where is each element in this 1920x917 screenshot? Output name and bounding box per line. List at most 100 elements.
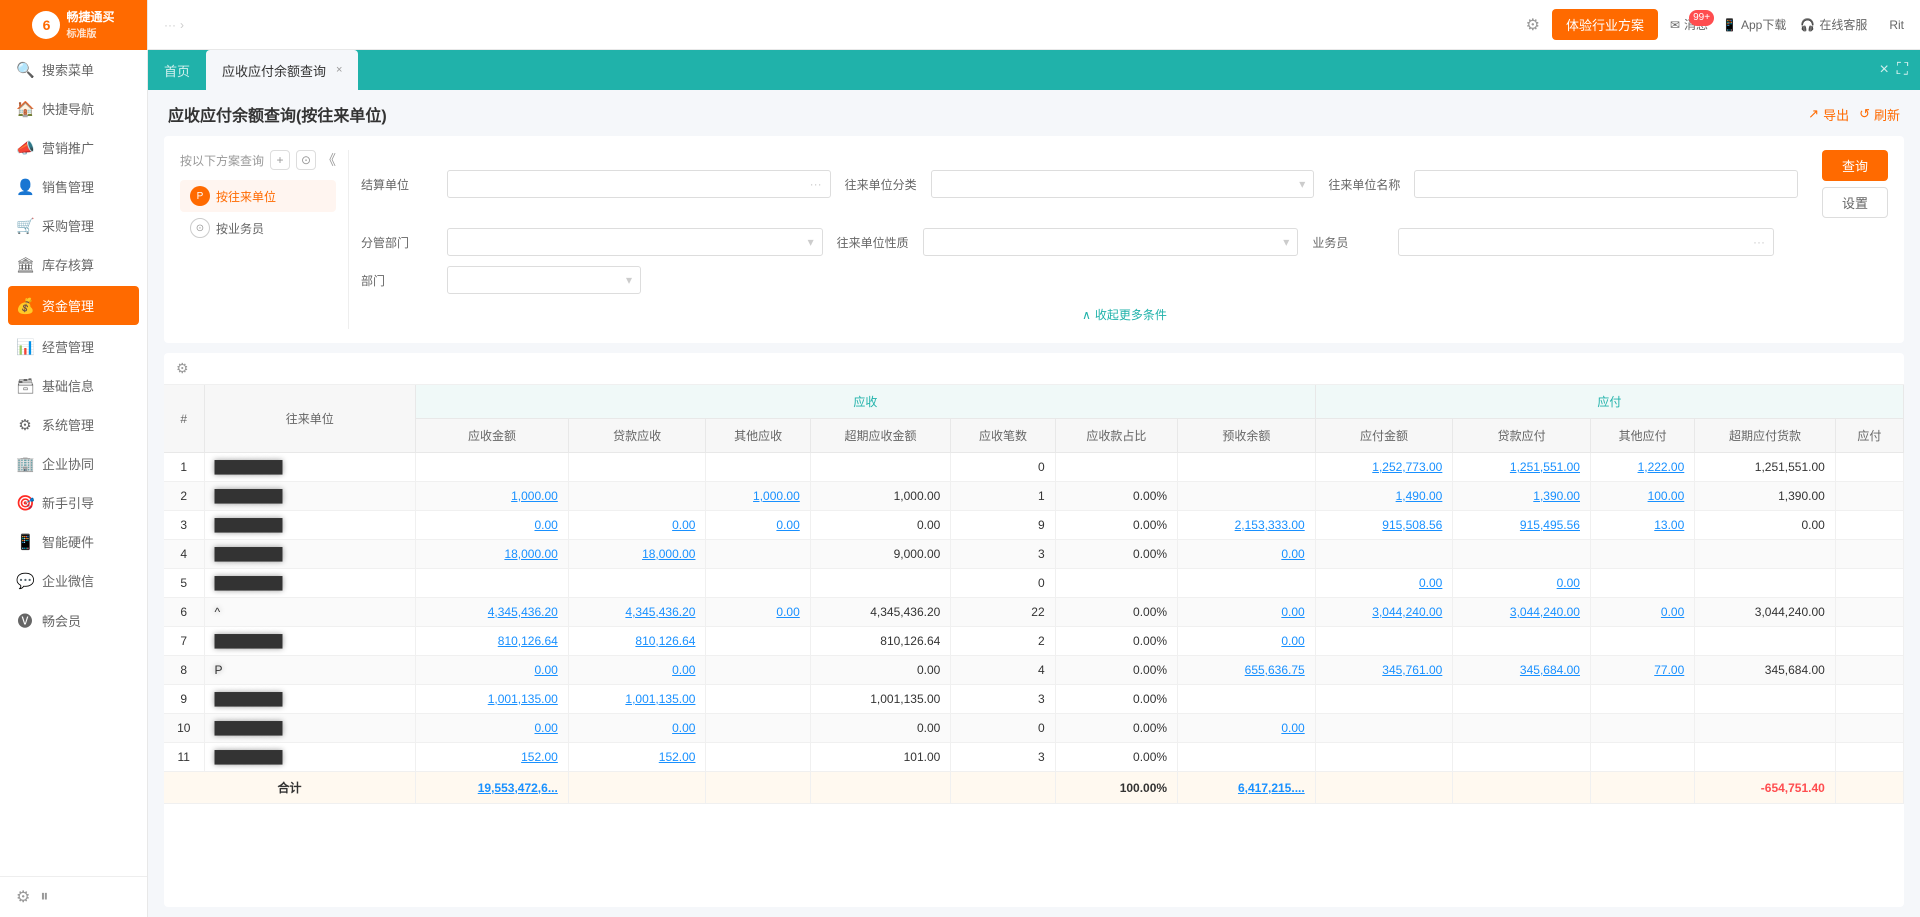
tab-home[interactable]: 首页 bbox=[148, 50, 206, 90]
settlement-unit-input[interactable]: ··· bbox=[447, 170, 831, 198]
message-item[interactable]: ✉ 消息 99+ bbox=[1670, 16, 1708, 33]
sidebar-item-system[interactable]: ⚙ 系统管理 bbox=[0, 405, 147, 444]
table-cell[interactable]: 0.00 bbox=[568, 714, 706, 743]
window-close-icon[interactable]: × bbox=[1879, 61, 1888, 79]
table-cell[interactable]: 0.00 bbox=[1453, 569, 1591, 598]
sidebar-item-wechat[interactable]: 💬 企业微信 bbox=[0, 561, 147, 600]
query-button[interactable]: 查询 bbox=[1822, 150, 1888, 181]
sidebar-item-member[interactable]: 🅥 畅会员 bbox=[0, 600, 147, 641]
filter-add-icon[interactable]: + bbox=[270, 150, 290, 170]
user-name[interactable]: Rit bbox=[1889, 18, 1904, 32]
table-cell[interactable]: 13.00 bbox=[1590, 511, 1694, 540]
table-cell[interactable]: 100.00 bbox=[1590, 482, 1694, 511]
sidebar-item-marketing[interactable]: 📣 营销推广 bbox=[0, 128, 147, 167]
table-cell[interactable]: 0.00 bbox=[568, 656, 706, 685]
sidebar-item-operations[interactable]: 📊 经营管理 bbox=[0, 327, 147, 366]
partner-name-input[interactable] bbox=[1414, 170, 1798, 198]
sidebar-item-purchase[interactable]: 🛒 采购管理 bbox=[0, 206, 147, 245]
table-cell[interactable]: 18,000.00 bbox=[568, 540, 706, 569]
tab-ar-query[interactable]: 应收应付余额查询 × bbox=[206, 50, 358, 90]
table-cell[interactable]: 0.00 bbox=[416, 656, 569, 685]
table-cell[interactable]: 0.00 bbox=[1178, 540, 1316, 569]
sidebar-item-inventory[interactable]: 🏛 库存核算 bbox=[0, 245, 147, 284]
table-cell bbox=[1835, 743, 1903, 772]
dept-select[interactable]: ▾ bbox=[447, 266, 641, 294]
sub-filter-by-partner[interactable]: P 按往来单位 bbox=[180, 180, 336, 212]
table-cell[interactable]: 1,001,135.00 bbox=[568, 685, 706, 714]
table-settings-icon[interactable]: ⚙ bbox=[176, 360, 189, 377]
filter-arrow-icon[interactable]: 《 bbox=[322, 150, 336, 170]
sidebar-item-finance[interactable]: 💰 资金管理 bbox=[8, 286, 139, 325]
table-cell[interactable]: 1,000.00 bbox=[706, 482, 810, 511]
table-cell[interactable]: 0.00 bbox=[416, 511, 569, 540]
table-cell[interactable]: 18,000.00 bbox=[416, 540, 569, 569]
table-cell[interactable]: 1,490.00 bbox=[1315, 482, 1453, 511]
table-cell[interactable]: 77.00 bbox=[1590, 656, 1694, 685]
table-cell[interactable]: 3,044,240.00 bbox=[1315, 598, 1453, 627]
collapse-icon[interactable]: ⏸ bbox=[40, 888, 48, 906]
sidebar-item-smart-hw[interactable]: 📱 智能硬件 bbox=[0, 522, 147, 561]
table-cell[interactable]: 4,345,436.20 bbox=[568, 598, 706, 627]
customer-service-item[interactable]: 🎧 在线客服 bbox=[1800, 16, 1867, 33]
refresh-button[interactable]: ↺ 刷新 bbox=[1859, 105, 1900, 124]
total-ar-prepay[interactable]: 6,417,215.... bbox=[1178, 772, 1316, 804]
sidebar-item-basic-info[interactable]: 🗃 基础信息 bbox=[0, 366, 147, 405]
table-cell[interactable]: 0.00 bbox=[1315, 569, 1453, 598]
setting-button[interactable]: 设置 bbox=[1822, 187, 1888, 218]
salesman-input[interactable]: ··· bbox=[1398, 228, 1774, 256]
table-cell[interactable]: 1,252,773.00 bbox=[1315, 453, 1453, 482]
sidebar-item-enterprise[interactable]: 🏢 企业协同 bbox=[0, 444, 147, 483]
app-download-item[interactable]: 📱 App下载 bbox=[1722, 16, 1786, 33]
dept-mgmt-select[interactable]: ▾ bbox=[447, 228, 823, 256]
table-cell[interactable]: 0.00 bbox=[568, 511, 706, 540]
sidebar-item-search-menu[interactable]: 🔍 搜索菜单 bbox=[0, 50, 147, 89]
table-cell[interactable]: 1,001,135.00 bbox=[416, 685, 569, 714]
table-scroll[interactable]: # 往来单位 应收 应付 应收金额 贷款应收 其他应收 超期应收金额 应收笔数 … bbox=[164, 385, 1904, 907]
table-cell[interactable]: 915,508.56 bbox=[1315, 511, 1453, 540]
table-cell[interactable]: 152.00 bbox=[416, 743, 569, 772]
table-cell[interactable]: 915,495.56 bbox=[1453, 511, 1591, 540]
table-cell[interactable]: 0.00 bbox=[416, 714, 569, 743]
content-area: 应收应付余额查询(按往来单位) ↗ 导出 ↺ 刷新 按以下方案查询 bbox=[148, 90, 1920, 917]
partner-category-select[interactable]: ▾ bbox=[931, 170, 1315, 198]
sidebar-item-quick-nav[interactable]: 🏠 快捷导航 bbox=[0, 89, 147, 128]
tab-close-icon[interactable]: × bbox=[336, 64, 342, 76]
total-ar-amount[interactable]: 19,553,472,6... bbox=[416, 772, 569, 804]
table-cell[interactable]: 345,684.00 bbox=[1453, 656, 1591, 685]
table-cell: 3 bbox=[951, 540, 1055, 569]
filter-settings-icon[interactable]: ⊙ bbox=[296, 150, 316, 170]
settings-icon[interactable]: ⚙ bbox=[16, 887, 30, 907]
partner-nature-select[interactable]: ▾ bbox=[923, 228, 1299, 256]
table-cell[interactable]: 345,761.00 bbox=[1315, 656, 1453, 685]
table-cell[interactable]: 0.00 bbox=[1178, 627, 1316, 656]
table-cell: 810,126.64 bbox=[810, 627, 951, 656]
table-cell[interactable]: 1,000.00 bbox=[416, 482, 569, 511]
sub-filter-by-salesman[interactable]: ⊙ 按业务员 bbox=[180, 212, 336, 244]
sidebar-item-guide[interactable]: 🎯 新手引导 bbox=[0, 483, 147, 522]
table-cell[interactable]: 0.00 bbox=[1590, 598, 1694, 627]
table-cell[interactable]: 2,153,333.00 bbox=[1178, 511, 1316, 540]
table-cell[interactable]: 4,345,436.20 bbox=[416, 598, 569, 627]
table-cell[interactable]: 152.00 bbox=[568, 743, 706, 772]
window-expand-icon[interactable]: ⛶ bbox=[1897, 61, 1908, 79]
table-cell: 345,684.00 bbox=[1695, 656, 1836, 685]
table-cell[interactable]: 810,126.64 bbox=[416, 627, 569, 656]
table-settings-row: ⚙ bbox=[164, 353, 1904, 385]
table-cell[interactable]: 1,251,551.00 bbox=[1453, 453, 1591, 482]
table-cell[interactable]: 3,044,240.00 bbox=[1453, 598, 1591, 627]
sidebar-item-sales[interactable]: 👤 销售管理 bbox=[0, 167, 147, 206]
topbar-settings-icon[interactable]: ⚙ bbox=[1526, 15, 1540, 35]
table-cell[interactable]: 810,126.64 bbox=[568, 627, 706, 656]
export-button[interactable]: ↗ 导出 bbox=[1808, 105, 1849, 124]
table-cell[interactable]: 0.00 bbox=[1178, 598, 1316, 627]
table-cell[interactable]: 655,636.75 bbox=[1178, 656, 1316, 685]
table-cell[interactable]: 0.00 bbox=[706, 511, 810, 540]
solution-button[interactable]: 体验行业方案 bbox=[1552, 9, 1658, 40]
table-cell[interactable]: 1,390.00 bbox=[1453, 482, 1591, 511]
collapse-button[interactable]: ∧ 收起更多条件 bbox=[1082, 306, 1167, 323]
table-cell[interactable]: 1,222.00 bbox=[1590, 453, 1694, 482]
table-cell[interactable]: 0.00 bbox=[706, 598, 810, 627]
table-cell: 0.00% bbox=[1055, 685, 1177, 714]
table-cell[interactable]: 0.00 bbox=[1178, 714, 1316, 743]
member-icon: 🅥 bbox=[16, 610, 34, 631]
